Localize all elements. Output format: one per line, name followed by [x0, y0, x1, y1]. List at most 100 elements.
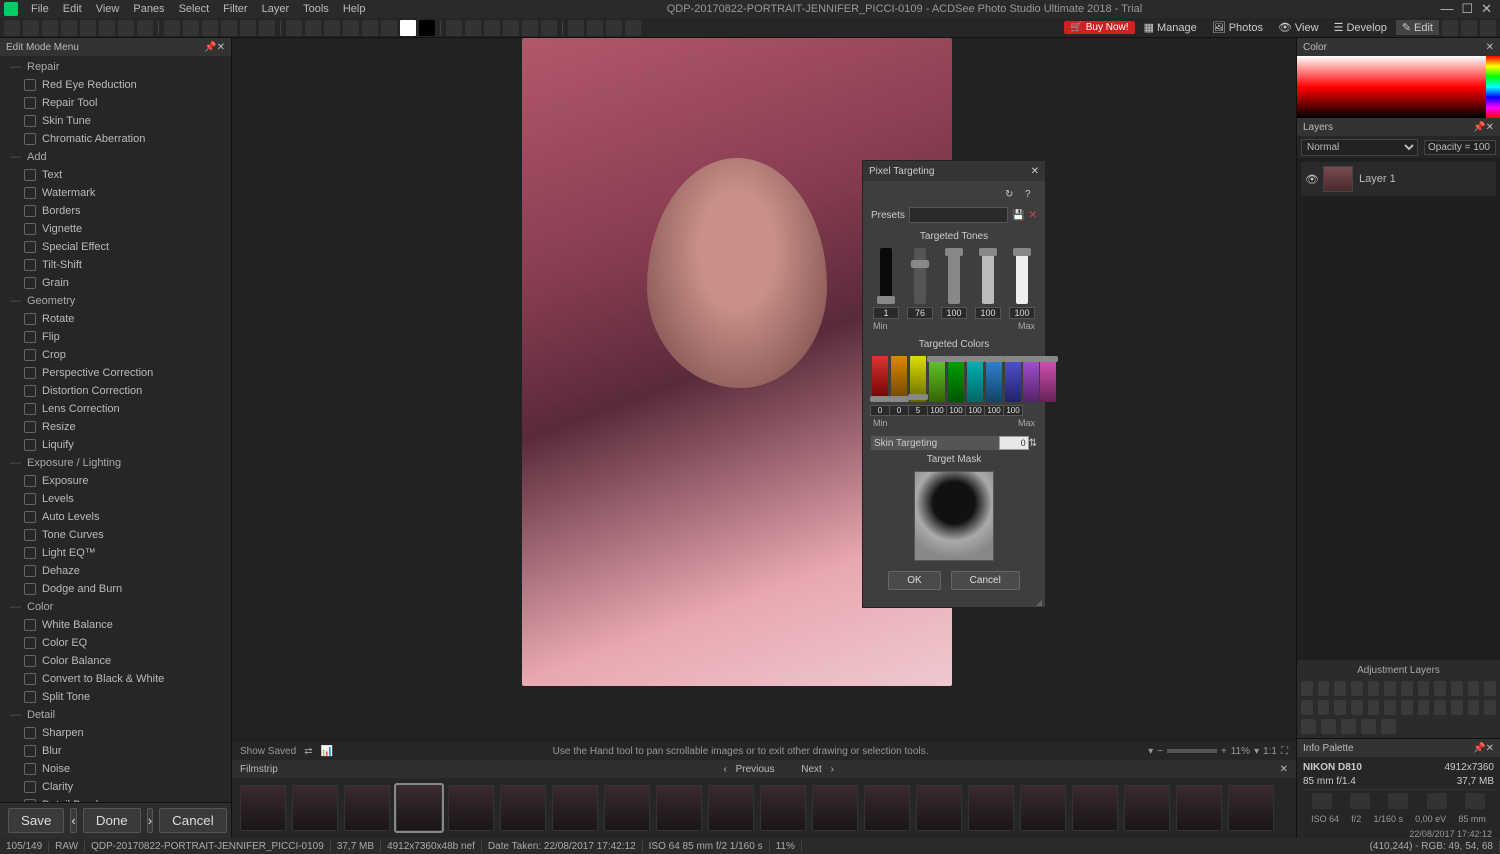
color-slider[interactable]: [910, 356, 926, 402]
adjust-icon[interactable]: [1418, 700, 1430, 715]
tone-slider[interactable]: [948, 248, 960, 304]
tool-hand-icon[interactable]: [522, 20, 538, 36]
ok-button[interactable]: OK: [888, 571, 940, 590]
tool-move-icon[interactable]: [4, 20, 20, 36]
image-canvas[interactable]: [232, 38, 1296, 742]
section-detail[interactable]: Detail: [0, 706, 231, 724]
tool-polygon-icon[interactable]: [259, 20, 275, 36]
menu-select[interactable]: Select: [172, 3, 217, 15]
thumb[interactable]: [240, 785, 286, 831]
color-value[interactable]: [984, 405, 1004, 416]
layer-list[interactable]: 👁 Layer 1: [1297, 158, 1500, 660]
thumb[interactable]: [1176, 785, 1222, 831]
opacity-input[interactable]: [1424, 140, 1496, 155]
chevron-down-icon[interactable]: ▾: [1148, 746, 1153, 757]
color-value[interactable]: [889, 405, 909, 416]
color-value[interactable]: [927, 405, 947, 416]
adjust-icon[interactable]: [1368, 681, 1380, 696]
color-slider[interactable]: [1005, 356, 1021, 402]
tool-fill-icon[interactable]: [118, 20, 134, 36]
item-perspective-correction[interactable]: Perspective Correction: [0, 364, 231, 382]
layer-action-icon[interactable]: [1301, 719, 1316, 734]
item-auto-levels[interactable]: Auto Levels: [0, 508, 231, 526]
menu-tools[interactable]: Tools: [296, 3, 336, 15]
window-max-icon[interactable]: ☐: [1457, 1, 1477, 17]
pin-icon[interactable]: 📌: [204, 42, 216, 53]
dialog-close-icon[interactable]: ✕: [1031, 166, 1039, 177]
tool-arrow-icon[interactable]: [221, 20, 237, 36]
close-icon[interactable]: ✕: [1486, 743, 1494, 754]
cancel-button[interactable]: Cancel: [951, 571, 1020, 590]
next-button[interactable]: ›: [147, 808, 153, 833]
adjust-icon[interactable]: [1384, 681, 1396, 696]
adjust-icon[interactable]: [1434, 700, 1446, 715]
adjust-icon[interactable]: [1318, 681, 1330, 696]
item-convert-to-black-white[interactable]: Convert to Black & White: [0, 670, 231, 688]
pin-icon[interactable]: 📌: [1473, 122, 1485, 133]
fit-icon[interactable]: ⛶: [1281, 746, 1288, 757]
tool-gear-icon[interactable]: [465, 20, 481, 36]
tool-365-icon[interactable]: [1442, 20, 1458, 36]
mode-develop[interactable]: ☰Develop: [1328, 20, 1393, 35]
item-sharpen[interactable]: Sharpen: [0, 724, 231, 742]
adjust-icon[interactable]: [1401, 681, 1413, 696]
color-value[interactable]: [908, 405, 928, 416]
histogram-icon[interactable]: 📊: [321, 746, 333, 757]
color-slider[interactable]: [967, 356, 983, 402]
tool-eyedrop-icon[interactable]: [286, 20, 302, 36]
tool-heal-icon[interactable]: [324, 20, 340, 36]
thumb[interactable]: [344, 785, 390, 831]
section-add[interactable]: Add: [0, 148, 231, 166]
mode-view[interactable]: 👁View: [1272, 20, 1325, 35]
tool-record-icon[interactable]: [587, 20, 603, 36]
layer-action-icon[interactable]: [1341, 719, 1356, 734]
window-close-icon[interactable]: ✕: [1477, 1, 1496, 17]
tool-redeye-icon[interactable]: [343, 20, 359, 36]
item-special-effect[interactable]: Special Effect: [0, 238, 231, 256]
tool-target-icon[interactable]: [446, 20, 462, 36]
thumb[interactable]: [1020, 785, 1066, 831]
tone-value[interactable]: [975, 307, 1001, 319]
mode-edit[interactable]: ✎Edit: [1396, 20, 1439, 35]
color-slider[interactable]: [872, 356, 888, 402]
section-repair[interactable]: Repair: [0, 58, 231, 76]
adjust-icon[interactable]: [1401, 700, 1413, 715]
adjust-icon[interactable]: [1351, 700, 1363, 715]
tool-burn-icon[interactable]: [381, 20, 397, 36]
cancel-button[interactable]: Cancel: [159, 808, 227, 833]
item-borders[interactable]: Borders: [0, 202, 231, 220]
adjust-icon[interactable]: [1318, 700, 1330, 715]
adjust-icon[interactable]: [1451, 681, 1463, 696]
tool-clone-icon[interactable]: [305, 20, 321, 36]
item-rotate[interactable]: Rotate: [0, 310, 231, 328]
tool-info-icon[interactable]: [1480, 20, 1496, 36]
tone-slider[interactable]: [880, 248, 892, 304]
save-button[interactable]: Save: [8, 808, 64, 833]
thumb[interactable]: [292, 785, 338, 831]
item-distortion-correction[interactable]: Distortion Correction: [0, 382, 231, 400]
adjust-icon[interactable]: [1351, 681, 1363, 696]
menu-view[interactable]: View: [89, 3, 127, 15]
menu-filter[interactable]: Filter: [216, 3, 254, 15]
tone-value[interactable]: [941, 307, 967, 319]
color-slider[interactable]: [986, 356, 1002, 402]
zoom-dropdown-icon[interactable]: ▾: [1254, 746, 1259, 757]
pin-icon[interactable]: 📌: [1473, 743, 1485, 754]
color-slider[interactable]: [948, 356, 964, 402]
color-value[interactable]: [946, 405, 966, 416]
zoom-slider[interactable]: [1167, 749, 1217, 753]
tool-line-icon[interactable]: [202, 20, 218, 36]
done-button[interactable]: Done: [83, 808, 141, 833]
layer-action-icon[interactable]: [1381, 719, 1396, 734]
hue-bar[interactable]: [1486, 56, 1500, 118]
adjust-icon[interactable]: [1434, 681, 1446, 696]
thumb[interactable]: [500, 785, 546, 831]
compare-icon[interactable]: ⇄: [304, 746, 312, 757]
menu-file[interactable]: File: [24, 3, 56, 15]
layer-row[interactable]: 👁 Layer 1: [1301, 162, 1496, 196]
help-icon[interactable]: ?: [1025, 189, 1037, 201]
tool-brush-icon[interactable]: [80, 20, 96, 36]
item-white-balance[interactable]: White Balance: [0, 616, 231, 634]
thumb[interactable]: [552, 785, 598, 831]
tool-zoom-icon[interactable]: [503, 20, 519, 36]
